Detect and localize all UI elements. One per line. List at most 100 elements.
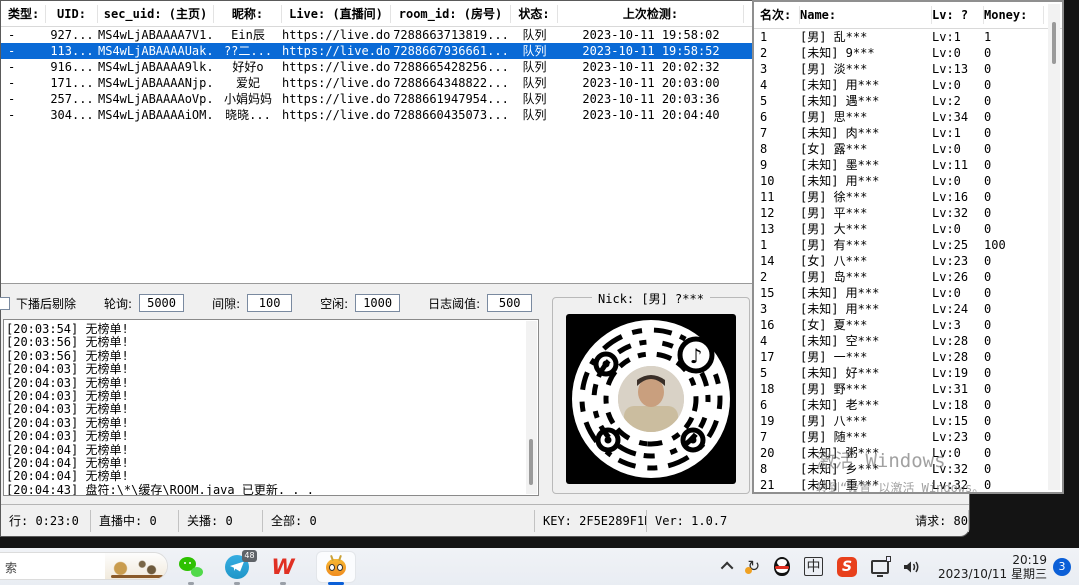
list-item[interactable]: 5 [未知] 遇*** Lv:2 0 <box>754 93 1062 109</box>
search-highlight-image[interactable] <box>105 553 167 580</box>
list-item[interactable]: 13 [男] 大*** Lv:0 0 <box>754 221 1062 237</box>
table-row[interactable]: - 113... MS4wLjABAAAAUak... ??二... https… <box>1 43 752 59</box>
log-scrollbar[interactable] <box>526 321 537 494</box>
list-item[interactable]: 6 [男] 思*** Lv:34 0 <box>754 109 1062 125</box>
notification-badge[interactable]: 3 <box>1053 558 1071 576</box>
list-item[interactable]: 20 [未知] 粥*** Lv:0 0 <box>754 445 1062 461</box>
douyin-qr-code: ♪ <box>566 314 736 484</box>
poll-input[interactable] <box>139 294 184 312</box>
table-row[interactable]: - 927... MS4wLjABAAAA7V1... Ein辰 https:/… <box>1 27 752 43</box>
cell-name: [男] 乱*** <box>800 29 932 45</box>
cell-live-url: https://live.do... <box>282 91 391 107</box>
list-item[interactable]: 7 [未知] 肉*** Lv:1 0 <box>754 125 1062 141</box>
cell-status: 队列 <box>511 107 558 123</box>
volume-icon[interactable] <box>903 559 921 575</box>
list-item[interactable]: 15 [未知] 用*** Lv:0 0 <box>754 285 1062 301</box>
cell-type: - <box>1 59 46 75</box>
table-row[interactable]: - 916... MS4wLjABAAAA9lk... 好好o https://… <box>1 59 752 75</box>
cell-nick: 好好o <box>214 59 282 75</box>
list-item[interactable]: 19 [男] 八*** Lv:15 0 <box>754 413 1062 429</box>
network-icon[interactable] <box>871 560 889 574</box>
cell-type: - <box>1 43 46 59</box>
list-item[interactable]: 8 [女] 露*** Lv:0 0 <box>754 141 1062 157</box>
list-item[interactable]: 6 [未知] 老*** Lv:18 0 <box>754 397 1062 413</box>
col-header-uid[interactable]: UID: <box>46 5 98 23</box>
status-item: 全部: 0 <box>263 510 535 532</box>
list-item[interactable]: 21 [未知] 重*** Lv:32 0 <box>754 477 1062 493</box>
sogou-icon[interactable]: S <box>837 557 857 577</box>
list-item[interactable]: 3 [男] 淡*** Lv:13 0 <box>754 61 1062 77</box>
list-item[interactable]: 12 [男] 平*** Lv:32 0 <box>754 205 1062 221</box>
list-item[interactable]: 2 [男] 岛*** Lv:26 0 <box>754 269 1062 285</box>
list-item[interactable]: 3 [未知] 用*** Lv:24 0 <box>754 301 1062 317</box>
list-item[interactable]: 4 [未知] 用*** Lv:0 0 <box>754 77 1062 93</box>
cell-money: 0 <box>984 173 1044 189</box>
cell-rank: 14 <box>754 253 800 269</box>
status-bar: 行: 0:23:0 直播中: 0 关播: 0 全部: 0 KEY: 2F5E28… <box>1 504 969 537</box>
list-item[interactable]: 4 [未知] 空*** Lv:28 0 <box>754 333 1062 349</box>
cell-lv: Lv:11 <box>932 157 984 173</box>
table-row[interactable]: - 257... MS4wLjABAAAAoVp... 小娟妈妈 https:/… <box>1 91 752 107</box>
list-item[interactable]: 7 [男] 随*** Lv:23 0 <box>754 429 1062 445</box>
cell-roomid: 7288665428256... <box>391 59 511 75</box>
col-header-type[interactable]: 类型: <box>1 5 46 23</box>
cell-money: 0 <box>984 445 1044 461</box>
cell-money: 0 <box>984 109 1044 125</box>
list-item[interactable]: 10 [未知] 用*** Lv:0 0 <box>754 173 1062 189</box>
rank-scrollbar-thumb[interactable] <box>1052 22 1056 64</box>
cell-lv: Lv:0 <box>932 221 984 237</box>
wechat-icon[interactable] <box>178 554 204 580</box>
log-threshold-input[interactable] <box>487 294 532 312</box>
col-header-roomid[interactable]: room_id: (房号) <box>391 5 511 23</box>
col-header-nick[interactable]: 昵称: <box>214 5 282 23</box>
tray-chevron-up-icon[interactable] <box>724 562 733 571</box>
active-app-icon[interactable] <box>316 551 356 583</box>
cell-rank: 2 <box>754 269 800 285</box>
tray-qq-icon[interactable] <box>774 557 790 576</box>
gap-input[interactable] <box>247 294 292 312</box>
running-indicator <box>188 582 194 585</box>
telegram-icon[interactable]: 48 <box>224 554 250 580</box>
cell-name: [男] 徐*** <box>800 189 932 205</box>
running-indicator <box>234 582 240 585</box>
list-item[interactable]: 1 [男] 有*** Lv:25 100 <box>754 237 1062 253</box>
list-item[interactable]: 14 [女] 八*** Lv:23 0 <box>754 253 1062 269</box>
table-row[interactable]: - 304... MS4wLjABAAAAiOM... 晓晓... https:… <box>1 107 752 123</box>
cell-lastcheck: 2023-10-11 20:03:36 <box>558 91 744 107</box>
list-item[interactable]: 2 [未知] 9*** Lv:0 0 <box>754 45 1062 61</box>
col-header-lastcheck[interactable]: 上次检测: <box>558 5 744 23</box>
cell-rank: 21 <box>754 477 800 493</box>
cell-money: 0 <box>984 317 1044 333</box>
list-item[interactable]: 5 [未知] 好*** Lv:19 0 <box>754 365 1062 381</box>
svg-text:♪: ♪ <box>690 344 703 368</box>
taskbar-search-input[interactable]: 索 <box>0 552 168 580</box>
table-row[interactable]: - 171... MS4wLjABAAAANjp... 爱妃 https://l… <box>1 75 752 91</box>
cell-secuid: MS4wLjABAAAA9lk... <box>98 59 214 75</box>
list-item[interactable]: 9 [未知] 墨*** Lv:11 0 <box>754 157 1062 173</box>
list-item[interactable]: 17 [男] 一*** Lv:28 0 <box>754 349 1062 365</box>
cell-rank: 5 <box>754 365 800 381</box>
tray-clock[interactable]: 20:19 2023/10/11 星期三 <box>938 553 1047 581</box>
list-item[interactable]: 18 [男] 野*** Lv:31 0 <box>754 381 1062 397</box>
idle-input[interactable] <box>355 294 400 312</box>
list-item[interactable]: 11 [男] 徐*** Lv:16 0 <box>754 189 1062 205</box>
col-header-status[interactable]: 状态: <box>511 5 558 23</box>
list-item[interactable]: 8 [未知] 乡*** Lv:32 0 <box>754 461 1062 477</box>
cell-rank: 11 <box>754 189 800 205</box>
ime-indicator[interactable]: 中 <box>804 557 823 576</box>
col-header-live[interactable]: Live: (直播间) <box>282 5 391 23</box>
rank-scrollbar[interactable] <box>1048 4 1060 490</box>
remove-after-offline-checkbox[interactable] <box>0 297 10 310</box>
cell-money: 0 <box>984 45 1044 61</box>
log-scrollbar-thumb[interactable] <box>529 439 533 485</box>
list-item[interactable]: 1 [男] 乱*** Lv:1 1 <box>754 29 1062 45</box>
active-indicator <box>328 582 344 585</box>
list-item[interactable]: 16 [女] 夏*** Lv:3 0 <box>754 317 1062 333</box>
cell-name: [未知] 用*** <box>800 77 932 93</box>
wps-icon[interactable]: W <box>270 554 296 580</box>
log-output[interactable]: [20:03:54] 无榜单! [20:03:56] 无榜单! [20:03:5… <box>3 319 539 496</box>
cell-status: 队列 <box>511 27 558 43</box>
col-header-secuid[interactable]: sec_uid: (主页) <box>98 5 214 23</box>
tray-date: 2023/10/11 星期三 <box>938 567 1047 581</box>
tray-sync-icon[interactable]: ↻ <box>747 559 760 574</box>
